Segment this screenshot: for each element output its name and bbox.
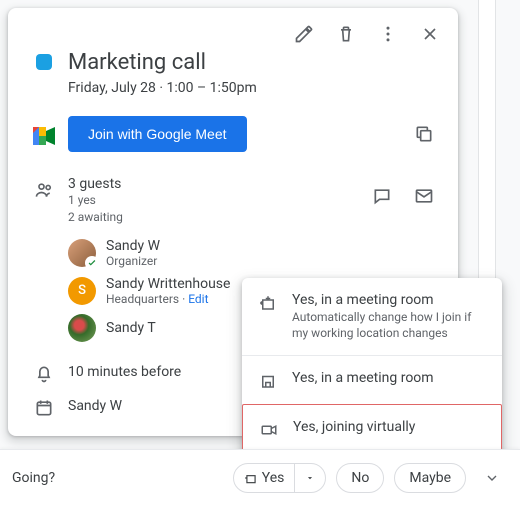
popup-option-virtual[interactable]: Yes, joining virtually	[242, 404, 502, 454]
event-color-chip	[36, 54, 52, 70]
rsvp-join-mode-popup: Yes, in a meeting room Automatically cha…	[242, 278, 502, 454]
guest-name: Sandy T	[106, 320, 156, 336]
more-vertical-icon	[378, 24, 398, 44]
rsvp-yes-group: Yes	[233, 463, 327, 493]
calendar-icon	[34, 398, 54, 418]
guests-count: 3 guests	[68, 176, 364, 192]
rsvp-more-button[interactable]	[476, 462, 508, 494]
guests-yes-count: 1 yes	[68, 192, 364, 209]
popup-option-room[interactable]: Yes, in a meeting room	[242, 356, 502, 404]
rsvp-footer: Going? Yes No Maybe	[0, 449, 520, 505]
people-icon	[34, 180, 54, 200]
popup-option-subtext: Automatically change how I join if my wo…	[292, 310, 486, 341]
edit-location-link[interactable]: Edit	[188, 292, 208, 306]
avatar: S	[68, 277, 96, 305]
chevron-down-icon	[484, 470, 500, 486]
rsvp-yes-button[interactable]: Yes	[234, 464, 295, 492]
rsvp-yes-dropdown-button[interactable]	[294, 464, 325, 492]
mail-icon	[414, 186, 434, 206]
popup-option-auto-room[interactable]: Yes, in a meeting room Automatically cha…	[242, 278, 502, 355]
copy-link-button[interactable]	[406, 116, 442, 152]
caret-down-icon	[305, 473, 315, 483]
event-title: Marketing call	[68, 50, 442, 76]
rsvp-question: Going?	[12, 470, 55, 486]
avatar-letter: S	[78, 283, 86, 298]
popup-option-title: Yes, in a meeting room	[292, 370, 434, 386]
guest-location: Headquarters · Edit	[106, 292, 230, 306]
guest-name: Sandy W	[106, 238, 160, 254]
card-top-actions	[8, 8, 458, 52]
copy-icon	[414, 124, 434, 144]
google-meet-icon	[33, 127, 55, 145]
pencil-icon	[294, 24, 314, 44]
room-mini-icon	[244, 471, 258, 485]
more-options-button[interactable]	[370, 16, 406, 52]
video-icon	[260, 421, 278, 439]
chat-icon	[372, 186, 392, 206]
event-datetime: Friday, July 28 · 1:00 – 1:50pm	[68, 80, 442, 96]
avatar	[68, 314, 96, 342]
room-auto-icon	[259, 294, 277, 312]
guest-role: Organizer	[106, 254, 160, 268]
join-meet-button[interactable]: Join with Google Meet	[68, 116, 247, 152]
close-icon	[420, 24, 440, 44]
guest-name: Sandy Writtenhouse	[106, 276, 230, 292]
popup-option-title: Yes, joining virtually	[293, 419, 415, 435]
avatar	[68, 239, 96, 267]
edit-button[interactable]	[286, 16, 322, 52]
email-guests-button[interactable]	[406, 178, 442, 214]
delete-button[interactable]	[328, 16, 364, 52]
check-icon	[87, 258, 97, 268]
rsvp-maybe-button[interactable]: Maybe	[394, 463, 466, 493]
close-button[interactable]	[412, 16, 448, 52]
guests-awaiting-count: 2 awaiting	[68, 209, 364, 226]
guest-item[interactable]: Sandy W Organizer	[68, 234, 364, 272]
trash-icon	[336, 24, 356, 44]
room-icon	[259, 372, 277, 390]
chat-guests-button[interactable]	[364, 178, 400, 214]
rsvp-no-button[interactable]: No	[336, 463, 384, 493]
bell-icon	[34, 364, 54, 384]
popup-option-title: Yes, in a meeting room	[292, 292, 486, 308]
